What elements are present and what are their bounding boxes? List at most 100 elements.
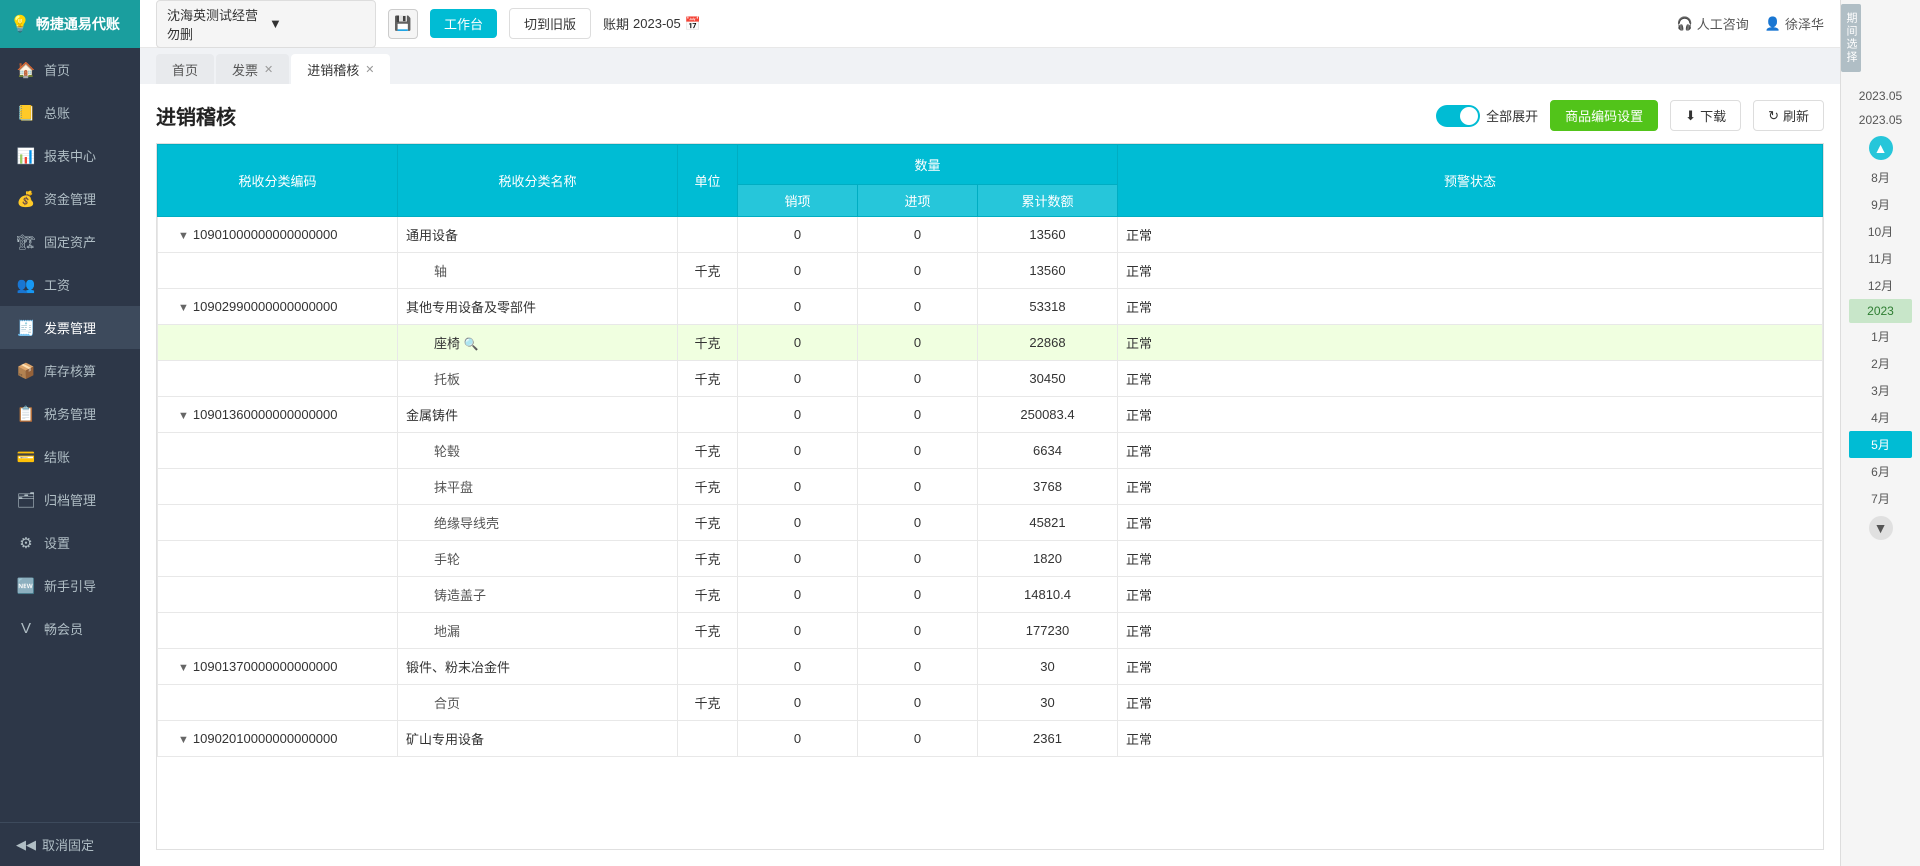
period-year-1[interactable]: 2023.05 bbox=[1841, 84, 1920, 108]
expand-icon[interactable]: ▼ bbox=[178, 734, 189, 746]
expand-toggle-label: 全部展开 bbox=[1486, 106, 1538, 125]
sidebar-item-fixed-assets[interactable]: 🏗 固定资产 bbox=[0, 220, 140, 263]
sidebar-item-settings[interactable]: ⚙ 设置 bbox=[0, 521, 140, 564]
row-purchase: 0 bbox=[858, 541, 978, 577]
save-button[interactable]: 💾 bbox=[388, 9, 418, 39]
sidebar-item-ledger[interactable]: 📒 总账 bbox=[0, 91, 140, 134]
row-status: 正常 bbox=[1118, 613, 1823, 649]
row-unit: 千克 bbox=[678, 541, 738, 577]
support-button[interactable]: 🎧 人工咨询 bbox=[1677, 14, 1749, 33]
row-name: 座椅 🔍 bbox=[398, 325, 678, 361]
sidebar-item-funds[interactable]: 💰 资金管理 bbox=[0, 177, 140, 220]
sidebar-item-archive[interactable]: 🗂 归档管理 bbox=[0, 478, 140, 521]
col-tax-code: 税收分类编码 bbox=[158, 145, 398, 217]
row-code bbox=[158, 469, 398, 505]
row-unit: 千克 bbox=[678, 325, 738, 361]
sidebar-item-vip[interactable]: V 畅会员 bbox=[0, 607, 140, 650]
period-4[interactable]: 4月 bbox=[1841, 404, 1920, 431]
sidebar-item-label: 库存核算 bbox=[44, 361, 96, 380]
period-3[interactable]: 3月 bbox=[1841, 377, 1920, 404]
scroll-down-arrow[interactable]: ▼ bbox=[1869, 516, 1893, 540]
period-2[interactable]: 2月 bbox=[1841, 350, 1920, 377]
tab-home[interactable]: 首页 bbox=[156, 54, 214, 84]
sidebar-item-tax[interactable]: 📋 税务管理 bbox=[0, 392, 140, 435]
row-code bbox=[158, 325, 398, 361]
topbar-right: 🎧 人工咨询 👤 徐泽华 bbox=[1677, 14, 1824, 33]
workbench-button[interactable]: 工作台 bbox=[430, 9, 497, 38]
expand-icon[interactable]: ▼ bbox=[178, 302, 189, 314]
search-icon[interactable]: 🔍 bbox=[464, 337, 479, 351]
expand-icon[interactable]: ▼ bbox=[178, 410, 189, 422]
expand-toggle[interactable] bbox=[1436, 105, 1480, 127]
row-code bbox=[158, 433, 398, 469]
row-status: 正常 bbox=[1118, 649, 1823, 685]
sidebar-item-reports[interactable]: 📊 报表中心 bbox=[0, 134, 140, 177]
row-status: 正常 bbox=[1118, 577, 1823, 613]
row-name: 轴 bbox=[398, 253, 678, 289]
sidebar-cancel-pin[interactable]: ◀◀ 取消固定 bbox=[0, 822, 140, 866]
row-code bbox=[158, 361, 398, 397]
row-code: ▼10902010000000000000 bbox=[158, 721, 398, 757]
sidebar-item-guide[interactable]: 🆕 新手引导 bbox=[0, 564, 140, 607]
row-sales: 0 bbox=[738, 649, 858, 685]
logo-text: 畅捷通易代账 bbox=[36, 14, 120, 34]
archive-icon: 🗂 bbox=[16, 491, 36, 509]
row-status: 正常 bbox=[1118, 217, 1823, 253]
row-code: ▼10901000000000000000 bbox=[158, 217, 398, 253]
table-row: 绝缘导线壳 千克 0 0 45821 正常 bbox=[158, 505, 1823, 541]
user-menu[interactable]: 👤 徐泽华 bbox=[1765, 14, 1824, 33]
panel-toggle[interactable]: 期间选择 bbox=[1841, 4, 1861, 72]
download-button[interactable]: ⬇ 下载 bbox=[1670, 100, 1741, 131]
row-code bbox=[158, 577, 398, 613]
invoice-icon: 🧾 bbox=[16, 319, 36, 337]
sidebar-item-label: 设置 bbox=[44, 533, 70, 552]
expand-icon[interactable]: ▼ bbox=[178, 662, 189, 674]
tab-invoice[interactable]: 发票 ✕ bbox=[216, 54, 289, 84]
tab-check[interactable]: 进销稽核 ✕ bbox=[291, 54, 390, 84]
period-12[interactable]: 12月 bbox=[1841, 272, 1920, 299]
period-7[interactable]: 7月 bbox=[1841, 485, 1920, 512]
product-code-button[interactable]: 商品编码设置 bbox=[1550, 100, 1658, 131]
scroll-up-arrow[interactable]: ▲ bbox=[1869, 136, 1893, 160]
refresh-label: 刷新 bbox=[1783, 106, 1809, 125]
row-unit: 千克 bbox=[678, 685, 738, 721]
row-sales: 0 bbox=[738, 541, 858, 577]
period-value: 2023-05 bbox=[633, 16, 681, 31]
tab-invoice-close[interactable]: ✕ bbox=[264, 63, 273, 76]
row-sales: 0 bbox=[738, 721, 858, 757]
content-area: 进销稽核 全部展开 商品编码设置 ⬇ 下载 ↻ 刷新 bbox=[140, 84, 1840, 866]
sidebar-item-home[interactable]: 🏠 首页 bbox=[0, 48, 140, 91]
switch-version-button[interactable]: 切到旧版 bbox=[509, 8, 591, 39]
period-9[interactable]: 9月 bbox=[1841, 191, 1920, 218]
company-selector[interactable]: 沈海英测试经营勿删 ▼ bbox=[156, 0, 376, 48]
row-unit bbox=[678, 721, 738, 757]
period-section: 2023.05 2023.05 ▲ 8月 9月 10月 11月 12月 2023… bbox=[1841, 80, 1920, 548]
tab-check-close[interactable]: ✕ bbox=[365, 63, 374, 76]
expand-icon[interactable]: ▼ bbox=[178, 230, 189, 242]
reports-icon: 📊 bbox=[16, 147, 36, 165]
period-11[interactable]: 11月 bbox=[1841, 245, 1920, 272]
sidebar-item-salary[interactable]: 👥 工资 bbox=[0, 263, 140, 306]
sidebar-item-inventory[interactable]: 📦 库存核算 bbox=[0, 349, 140, 392]
period-10[interactable]: 10月 bbox=[1841, 218, 1920, 245]
sidebar-item-label: 首页 bbox=[44, 60, 70, 79]
period-8[interactable]: 8月 bbox=[1841, 164, 1920, 191]
period-1[interactable]: 1月 bbox=[1841, 323, 1920, 350]
sidebar-item-settlement[interactable]: 💳 结账 bbox=[0, 435, 140, 478]
row-sales: 0 bbox=[738, 685, 858, 721]
row-status: 正常 bbox=[1118, 253, 1823, 289]
row-total: 13560 bbox=[978, 253, 1118, 289]
row-code bbox=[158, 685, 398, 721]
refresh-button[interactable]: ↻ 刷新 bbox=[1753, 100, 1824, 131]
tax-icon: 📋 bbox=[16, 405, 36, 423]
row-sales: 0 bbox=[738, 253, 858, 289]
row-sales: 0 bbox=[738, 613, 858, 649]
period-5[interactable]: 5月 bbox=[1849, 431, 1912, 458]
row-name: 地漏 bbox=[398, 613, 678, 649]
period-year-2[interactable]: 2023.05 bbox=[1841, 108, 1920, 132]
sidebar-item-invoice[interactable]: 🧾 发票管理 bbox=[0, 306, 140, 349]
row-status: 正常 bbox=[1118, 397, 1823, 433]
period-6[interactable]: 6月 bbox=[1841, 458, 1920, 485]
col-total: 累计数额 bbox=[978, 185, 1118, 217]
period-year-2023[interactable]: 2023 bbox=[1849, 299, 1912, 323]
